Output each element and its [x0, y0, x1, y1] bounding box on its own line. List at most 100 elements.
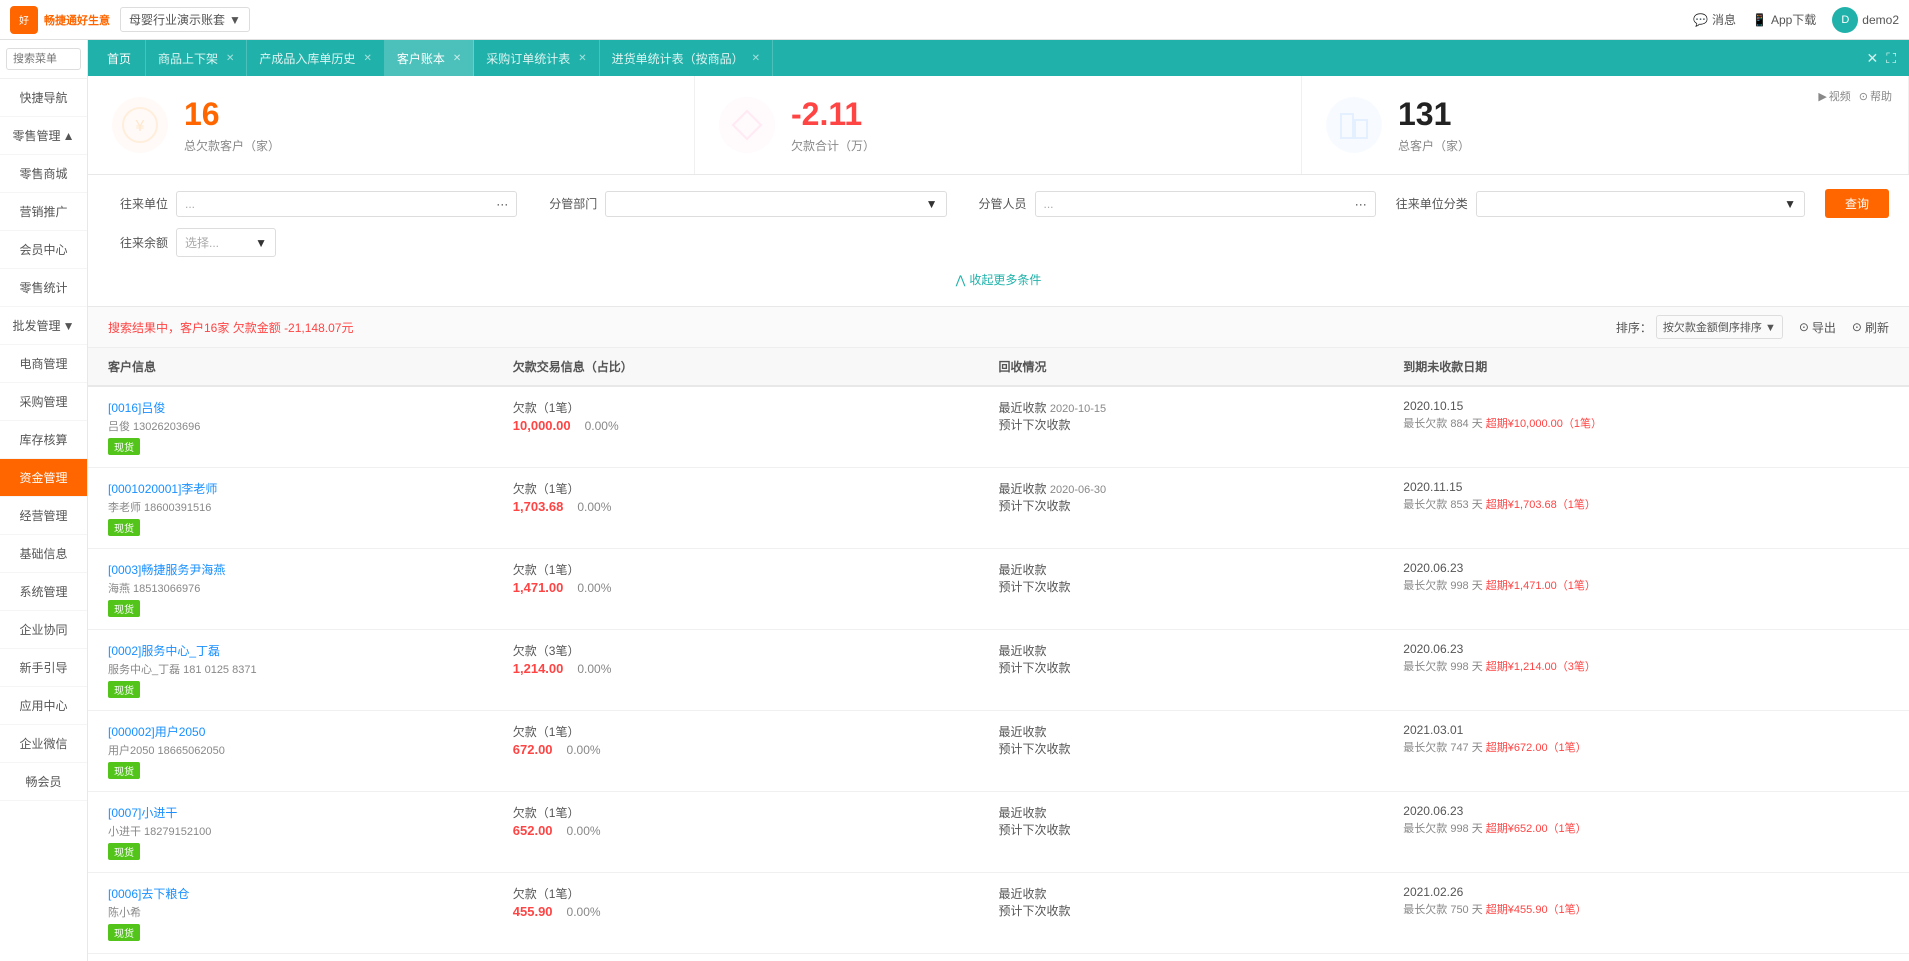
- sidebar-item-app-center[interactable]: 应用中心: [0, 687, 87, 725]
- close-icon[interactable]: ✕: [363, 53, 371, 64]
- maximize-icon[interactable]: ⛶: [1886, 50, 1896, 67]
- overdue-link-0[interactable]: 超期¥10,000.00（1笔）: [1486, 418, 1602, 430]
- refresh-button[interactable]: ⊙ 刷新: [1852, 319, 1889, 336]
- overdue-link-5[interactable]: 超期¥652.00（1笔）: [1486, 823, 1587, 835]
- col-overdue-6: 2021.02.26 最长欠款 750 天 超期¥455.90（1笔）: [1403, 885, 1889, 941]
- video-button[interactable]: ▶ 视频: [1818, 88, 1850, 104]
- debt-percent-1: 0.00%: [577, 500, 611, 514]
- unit-category-input[interactable]: ▼: [1476, 191, 1805, 217]
- logo-text: 畅捷通好生意: [44, 12, 110, 28]
- col-return-3: 最近收款 预计下次收款: [999, 642, 1404, 698]
- from-unit-input[interactable]: ... ···: [176, 191, 517, 217]
- customer-name-4[interactable]: [000002]用户2050: [108, 723, 513, 740]
- filter-balance: 往来余额 选择... ▼: [108, 228, 1889, 257]
- sidebar-item-retail-mgmt[interactable]: 零售管理 ▲: [0, 117, 87, 155]
- messages-button[interactable]: 💬 消息: [1693, 11, 1736, 28]
- person-input[interactable]: ... ···: [1035, 191, 1376, 217]
- customer-name-3[interactable]: [0002]服务中心_丁磊: [108, 642, 513, 659]
- debt-amount-4: 672.00: [513, 742, 553, 757]
- help-button[interactable]: ⊙ 帮助: [1859, 88, 1892, 104]
- col-return-1: 最近收款 2020-06-30 预计下次收款: [999, 480, 1404, 536]
- export-button[interactable]: ⊙ 导出: [1799, 319, 1836, 336]
- chevron-down-icon: ▼: [255, 236, 267, 250]
- col-customer-4: [000002]用户2050 用户2050 18665062050 现货: [108, 723, 513, 779]
- return-label-3: 最近收款: [999, 642, 1404, 659]
- sidebar-item-new-guide[interactable]: 新手引导: [0, 649, 87, 687]
- debt-row-6: 455.90 0.00%: [513, 902, 999, 919]
- overdue-link-1[interactable]: 超期¥1,703.68（1笔）: [1486, 499, 1596, 511]
- debt-percent-2: 0.00%: [577, 581, 611, 595]
- tab-home[interactable]: 首页: [93, 40, 146, 76]
- sidebar-item-basic-info[interactable]: 基础信息: [0, 535, 87, 573]
- close-icon[interactable]: ✕: [578, 53, 586, 64]
- sidebar-item-operations-mgmt[interactable]: 经营管理: [0, 497, 87, 535]
- sidebar-item-retail-store[interactable]: 零售商城: [0, 155, 87, 193]
- avatar: D: [1832, 7, 1858, 33]
- sidebar-item-system-mgmt[interactable]: 系统管理: [0, 573, 87, 611]
- overdue-link-6[interactable]: 超期¥455.90（1笔）: [1486, 904, 1587, 916]
- customer-name-5[interactable]: [0007]小进干: [108, 804, 513, 821]
- customer-name-1[interactable]: [0001020001]李老师: [108, 480, 513, 497]
- sidebar-item-vip-member[interactable]: 畅会员: [0, 763, 87, 801]
- overdue-link-2[interactable]: 超期¥1,471.00（1笔）: [1486, 580, 1596, 592]
- sidebar-item-purchase-mgmt[interactable]: 采购管理: [0, 383, 87, 421]
- close-icon[interactable]: ✕: [752, 53, 760, 64]
- collapse-button[interactable]: ⋀ 收起更多条件: [108, 267, 1889, 292]
- debt-percent-5: 0.00%: [567, 824, 601, 838]
- tab-purchase-order[interactable]: 采购订单统计表 ✕: [474, 40, 599, 76]
- badge-0: 现货: [108, 438, 140, 455]
- overdue-date-0: 2020.10.15: [1403, 399, 1889, 413]
- overdue-link-3[interactable]: 超期¥1,214.00（3笔）: [1486, 661, 1596, 673]
- customer-info-1: 李老师 18600391516: [108, 499, 513, 515]
- stat-label-debt-total: 欠款合计（万）: [791, 137, 875, 154]
- stat-value-debt-total: -2.11: [791, 96, 875, 133]
- table-row: [0006]去下粮仓 陈小希 现货 欠款（1笔） 455.90 0.00% 最近…: [88, 873, 1909, 954]
- customer-name-2[interactable]: [0003]畅捷服务尹海燕: [108, 561, 513, 578]
- debt-row-3: 1,214.00 0.00%: [513, 659, 999, 676]
- overdue-link-4[interactable]: 超期¥672.00（1笔）: [1486, 742, 1587, 754]
- sidebar-item-wholesale-mgmt[interactable]: 批发管理 ▼: [0, 307, 87, 345]
- close-tab-icon[interactable]: ✕: [1866, 50, 1878, 67]
- customer-info-4: 用户2050 18665062050: [108, 742, 513, 758]
- company-selector[interactable]: 母婴行业演示账套 ▼: [120, 7, 250, 32]
- data-table: 客户信息 欠款交易信息（占比） 回收情况 到期未收款日期 [0016]吕俊 吕俊…: [88, 348, 1909, 961]
- sidebar-item-marketing[interactable]: 营销推广: [0, 193, 87, 231]
- sidebar-item-enterprise-wechat[interactable]: 企业微信: [0, 725, 87, 763]
- tab-product-listing[interactable]: 商品上下架 ✕: [146, 40, 247, 76]
- sidebar-item-ecommerce-mgmt[interactable]: 电商管理: [0, 345, 87, 383]
- filter-person: 分管人员 ... ···: [967, 191, 1376, 217]
- stat-icon-building: [1326, 97, 1382, 153]
- sidebar-item-quick-nav[interactable]: 快捷导航: [0, 79, 87, 117]
- tab-bar-right: ✕ ⛶: [1866, 50, 1904, 67]
- overdue-days-5: 最长欠款 998 天 超期¥652.00（1笔）: [1403, 820, 1889, 836]
- customer-name-6[interactable]: [0006]去下粮仓: [108, 885, 513, 902]
- sidebar-item-retail-stats[interactable]: 零售统计: [0, 269, 87, 307]
- sidebar-item-member-center[interactable]: 会员中心: [0, 231, 87, 269]
- customer-name-0[interactable]: [0016]吕俊: [108, 399, 513, 416]
- col-debt-3: 欠款（3笔） 1,214.00 0.00%: [513, 642, 999, 698]
- search-input[interactable]: [6, 48, 81, 70]
- main-layout: 快捷导航 零售管理 ▲ 零售商城 营销推广 会员中心 零售统计 批发管理 ▼: [0, 40, 1909, 961]
- tab-production-history[interactable]: 产成品入库单历史 ✕: [247, 40, 384, 76]
- sidebar-item-inventory[interactable]: 库存核算: [0, 421, 87, 459]
- result-bar: 搜索结果中，客户16家 欠款金额 -21,148.07元 排序： 按欠款金额倒序…: [88, 307, 1909, 348]
- debt-count-1: 欠款（1笔）: [513, 480, 999, 497]
- user-profile-button[interactable]: D demo2: [1832, 7, 1899, 33]
- table-body: [0016]吕俊 吕俊 13026203696 现货 欠款（1笔） 10,000…: [88, 387, 1909, 961]
- debt-amount-1: 1,703.68: [513, 499, 564, 514]
- close-icon[interactable]: ✕: [226, 53, 234, 64]
- sort-select[interactable]: 按欠款金额倒序排序 ▼: [1656, 315, 1783, 339]
- tab-purchase-stats[interactable]: 进货单统计表（按商品） ✕: [600, 40, 773, 76]
- next-payment-label-1: 预计下次收款: [999, 497, 1404, 514]
- tab-customer-account[interactable]: 客户账本 ✕: [385, 40, 474, 76]
- dept-input[interactable]: ▼: [605, 191, 946, 217]
- debt-percent-0: 0.00%: [585, 419, 619, 433]
- balance-select[interactable]: 选择... ▼: [176, 228, 276, 257]
- person-placeholder: ...: [1044, 197, 1054, 211]
- query-button[interactable]: 查询: [1825, 189, 1889, 218]
- debt-percent-4: 0.00%: [567, 743, 601, 757]
- sidebar-item-enterprise-coop[interactable]: 企业协同: [0, 611, 87, 649]
- app-download-button[interactable]: 📱 App下载: [1752, 11, 1816, 28]
- sidebar-item-finance[interactable]: 资金管理: [0, 459, 87, 497]
- close-icon[interactable]: ✕: [453, 53, 461, 64]
